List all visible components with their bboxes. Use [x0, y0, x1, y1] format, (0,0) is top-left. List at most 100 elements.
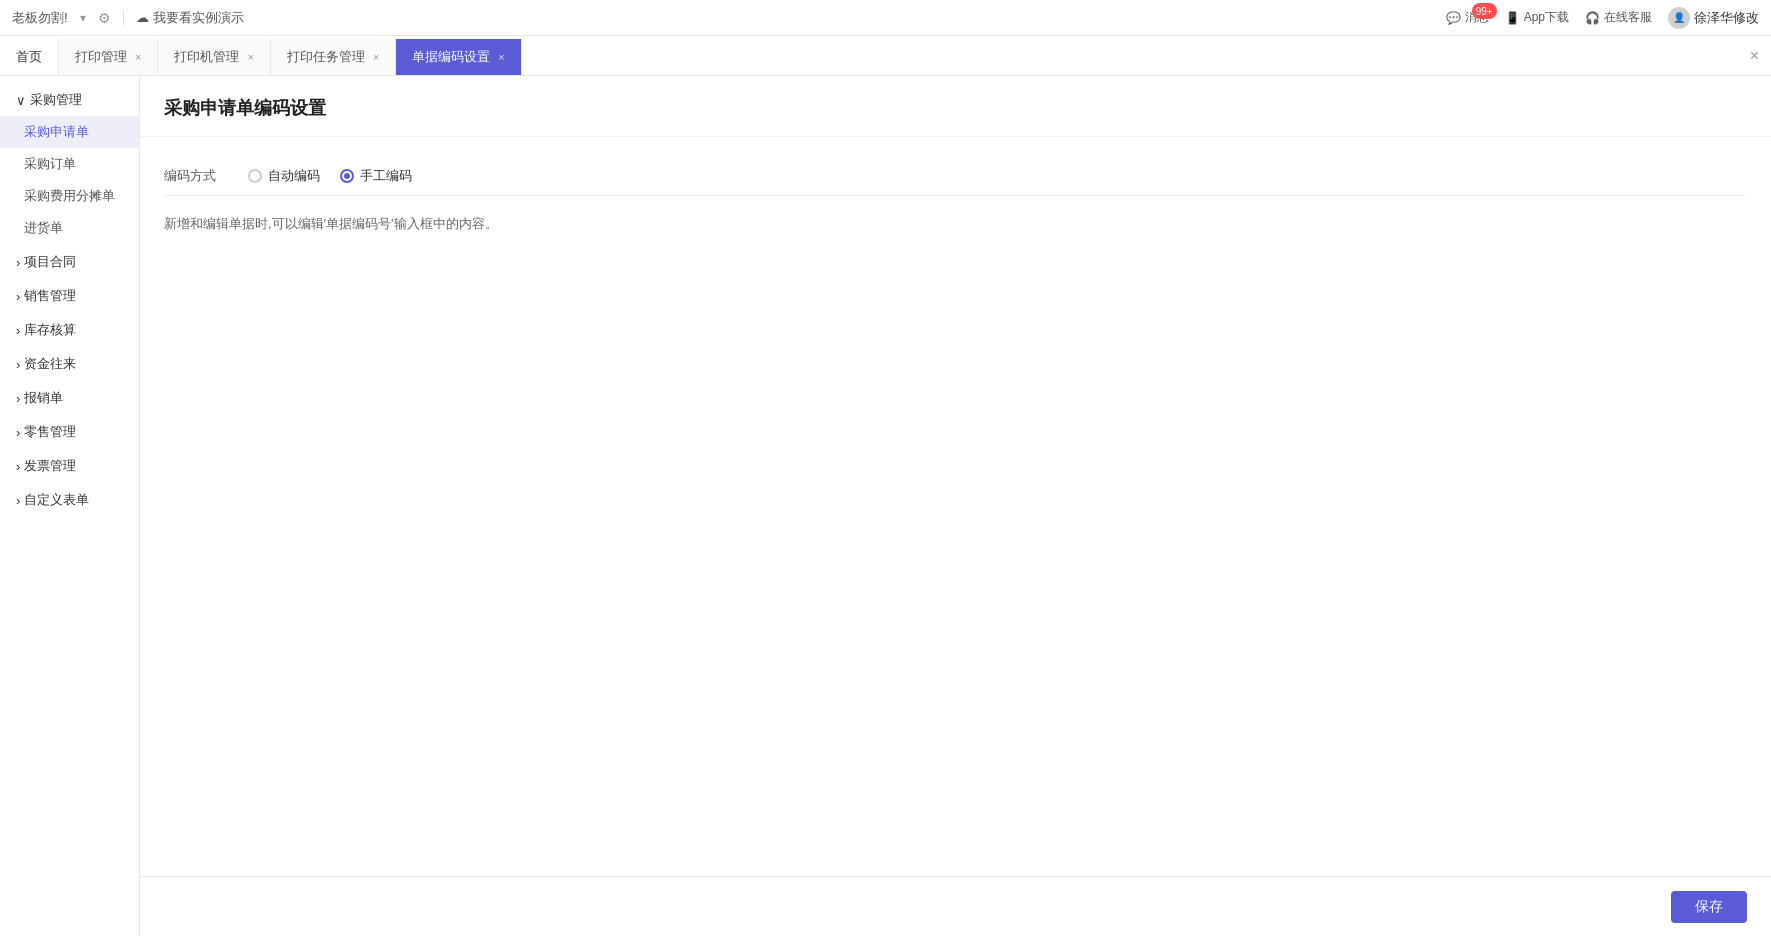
sidebar-group-retail-mgmt-title[interactable]: 零售管理	[0, 416, 139, 448]
radio-manual-circle	[340, 169, 354, 183]
demo-link[interactable]: ☁ 我要看实例演示	[136, 9, 244, 27]
sidebar-item-stock-in[interactable]: 进货单	[0, 212, 139, 244]
sidebar-group-capital-label: 资金往来	[24, 355, 76, 373]
chevron-right-icon	[16, 255, 20, 270]
message-badge: 99+	[1472, 3, 1497, 19]
radio-auto-circle	[248, 169, 262, 183]
message-icon: 💬	[1446, 11, 1461, 25]
tab-printer-mgmt-close[interactable]: ×	[247, 51, 253, 63]
tab-print-task-mgmt-label: 打印任务管理	[287, 48, 365, 66]
online-service-label: 在线客服	[1604, 9, 1652, 26]
sidebar-group-project-contract: 项目合同	[0, 246, 139, 278]
page-body: 编码方式 自动编码 手工编码 新增和编辑单据时,可以编辑'单据编码号'输入框中的…	[140, 137, 1771, 876]
radio-auto-label: 自动编码	[268, 167, 320, 185]
top-bar: 老板勿割! ▾ ⚙ ☁ 我要看实例演示 💬 消息 99+ 📱 App下载 🎧 在…	[0, 0, 1771, 36]
tab-print-mgmt-close[interactable]: ×	[135, 51, 141, 63]
chevron-right-icon7	[16, 459, 20, 474]
top-bar-left: 老板勿割! ▾ ⚙ ☁ 我要看实例演示	[12, 9, 244, 27]
app-download-button[interactable]: 📱 App下载	[1505, 9, 1569, 26]
sidebar-group-sales-mgmt: 销售管理	[0, 280, 139, 312]
user-menu[interactable]: 👤 徐泽华修改	[1668, 7, 1759, 29]
tab-home-label: 首页	[16, 48, 42, 66]
cloud-icon: ☁	[136, 10, 149, 25]
sidebar-group-retail-label: 零售管理	[24, 423, 76, 441]
sidebar-group-returns-label: 报销单	[24, 389, 63, 407]
app-download-label: App下载	[1524, 9, 1569, 26]
tab-print-mgmt-label: 打印管理	[75, 48, 127, 66]
tab-bar-close-all[interactable]: ×	[1738, 47, 1771, 65]
user-name: 徐泽华修改	[1694, 9, 1759, 27]
demo-text: 我要看实例演示	[153, 9, 244, 27]
phone-icon: 📱	[1505, 11, 1520, 25]
encoding-row: 编码方式 自动编码 手工编码	[164, 157, 1747, 196]
sidebar-item-purchase-expense[interactable]: 采购费用分摊单	[0, 180, 139, 212]
main-layout: 采购管理 采购申请单 采购订单 采购费用分摊单 进货单 项目合同	[0, 76, 1771, 936]
sidebar-item-purchase-request-label: 采购申请单	[24, 124, 89, 139]
tab-print-task-mgmt-close[interactable]: ×	[373, 51, 379, 63]
divider	[123, 10, 124, 26]
radio-manual[interactable]: 手工编码	[340, 167, 412, 185]
headset-icon: 🎧	[1585, 11, 1600, 25]
tab-printer-mgmt[interactable]: 打印机管理 ×	[158, 39, 270, 75]
sidebar-group-sales-mgmt-title[interactable]: 销售管理	[0, 280, 139, 312]
hint-text: 新增和编辑单据时,可以编辑'单据编码号'输入框中的内容。	[164, 212, 1747, 235]
sidebar-item-purchase-order-label: 采购订单	[24, 156, 76, 171]
chevron-right-icon8	[16, 493, 20, 508]
sidebar-group-purchase-mgmt: 采购管理 采购申请单 采购订单 采购费用分摊单 进货单	[0, 84, 139, 244]
sidebar-group-invoice-label: 发票管理	[24, 457, 76, 475]
sidebar-group-purchase-mgmt-title[interactable]: 采购管理	[0, 84, 139, 116]
sidebar-group-inventory-title[interactable]: 库存核算	[0, 314, 139, 346]
chevron-down-icon	[16, 93, 26, 108]
save-button[interactable]: 保存	[1671, 891, 1747, 923]
chevron-right-icon4	[16, 357, 20, 372]
sidebar-group-custom-forms-title[interactable]: 自定义表单	[0, 484, 139, 516]
sidebar-item-purchase-request[interactable]: 采购申请单	[0, 116, 139, 148]
sidebar-group-invoice-mgmt-title[interactable]: 发票管理	[0, 450, 139, 482]
tab-print-task-mgmt[interactable]: 打印任务管理 ×	[271, 39, 396, 75]
tab-bar: 首页 打印管理 × 打印机管理 × 打印任务管理 × 单据编码设置 × ×	[0, 36, 1771, 76]
sidebar-group-capital-title[interactable]: 资金往来	[0, 348, 139, 380]
radio-manual-label: 手工编码	[360, 167, 412, 185]
sidebar-group-project-contract-title[interactable]: 项目合同	[0, 246, 139, 278]
sidebar-group-custom-label: 自定义表单	[24, 491, 89, 509]
online-service-button[interactable]: 🎧 在线客服	[1585, 9, 1652, 26]
sidebar-group-inventory-label: 库存核算	[24, 321, 76, 339]
message-button[interactable]: 💬 消息 99+	[1446, 9, 1489, 26]
sidebar-group-returns-title[interactable]: 报销单	[0, 382, 139, 414]
encoding-label: 编码方式	[164, 167, 224, 185]
top-bar-right: 💬 消息 99+ 📱 App下载 🎧 在线客服 👤 徐泽华修改	[1446, 7, 1759, 29]
chevron-right-icon2	[16, 289, 20, 304]
sidebar-group-capital: 资金往来	[0, 348, 139, 380]
content-area: 采购申请单编码设置 编码方式 自动编码 手工编码 新增和编辑单据时,可以编辑'单…	[140, 76, 1771, 936]
sidebar: 采购管理 采购申请单 采购订单 采购费用分摊单 进货单 项目合同	[0, 76, 140, 936]
tab-barcode-settings[interactable]: 单据编码设置 ×	[396, 39, 521, 75]
tab-print-mgmt[interactable]: 打印管理 ×	[59, 39, 158, 75]
sidebar-group-sales-label: 销售管理	[24, 287, 76, 305]
sidebar-item-purchase-expense-label: 采购费用分摊单	[24, 188, 115, 203]
sidebar-group-custom-forms: 自定义表单	[0, 484, 139, 516]
sidebar-group-inventory: 库存核算	[0, 314, 139, 346]
radio-group: 自动编码 手工编码	[248, 167, 412, 185]
sidebar-item-purchase-order[interactable]: 采购订单	[0, 148, 139, 180]
page-title: 采购申请单编码设置	[164, 96, 1747, 120]
tab-home[interactable]: 首页	[0, 39, 59, 75]
chevron-right-icon5	[16, 391, 20, 406]
page-footer: 保存	[140, 876, 1771, 936]
app-title: 老板勿割!	[12, 9, 68, 27]
sidebar-group-retail-mgmt: 零售管理	[0, 416, 139, 448]
tab-barcode-settings-close[interactable]: ×	[498, 51, 504, 63]
sidebar-group-returns: 报销单	[0, 382, 139, 414]
settings-icon[interactable]: ⚙	[98, 10, 111, 26]
page-header: 采购申请单编码设置	[140, 76, 1771, 137]
sidebar-group-invoice-mgmt: 发票管理	[0, 450, 139, 482]
chevron-right-icon6	[16, 425, 20, 440]
sidebar-group-project-contract-label: 项目合同	[24, 253, 76, 271]
sidebar-item-stock-in-label: 进货单	[24, 220, 63, 235]
tab-barcode-settings-label: 单据编码设置	[412, 48, 490, 66]
chevron-right-icon3	[16, 323, 20, 338]
tab-printer-mgmt-label: 打印机管理	[174, 48, 239, 66]
avatar: 👤	[1668, 7, 1690, 29]
sidebar-group-purchase-label: 采购管理	[30, 91, 82, 109]
radio-auto[interactable]: 自动编码	[248, 167, 320, 185]
dropdown-arrow-icon[interactable]: ▾	[80, 11, 86, 25]
